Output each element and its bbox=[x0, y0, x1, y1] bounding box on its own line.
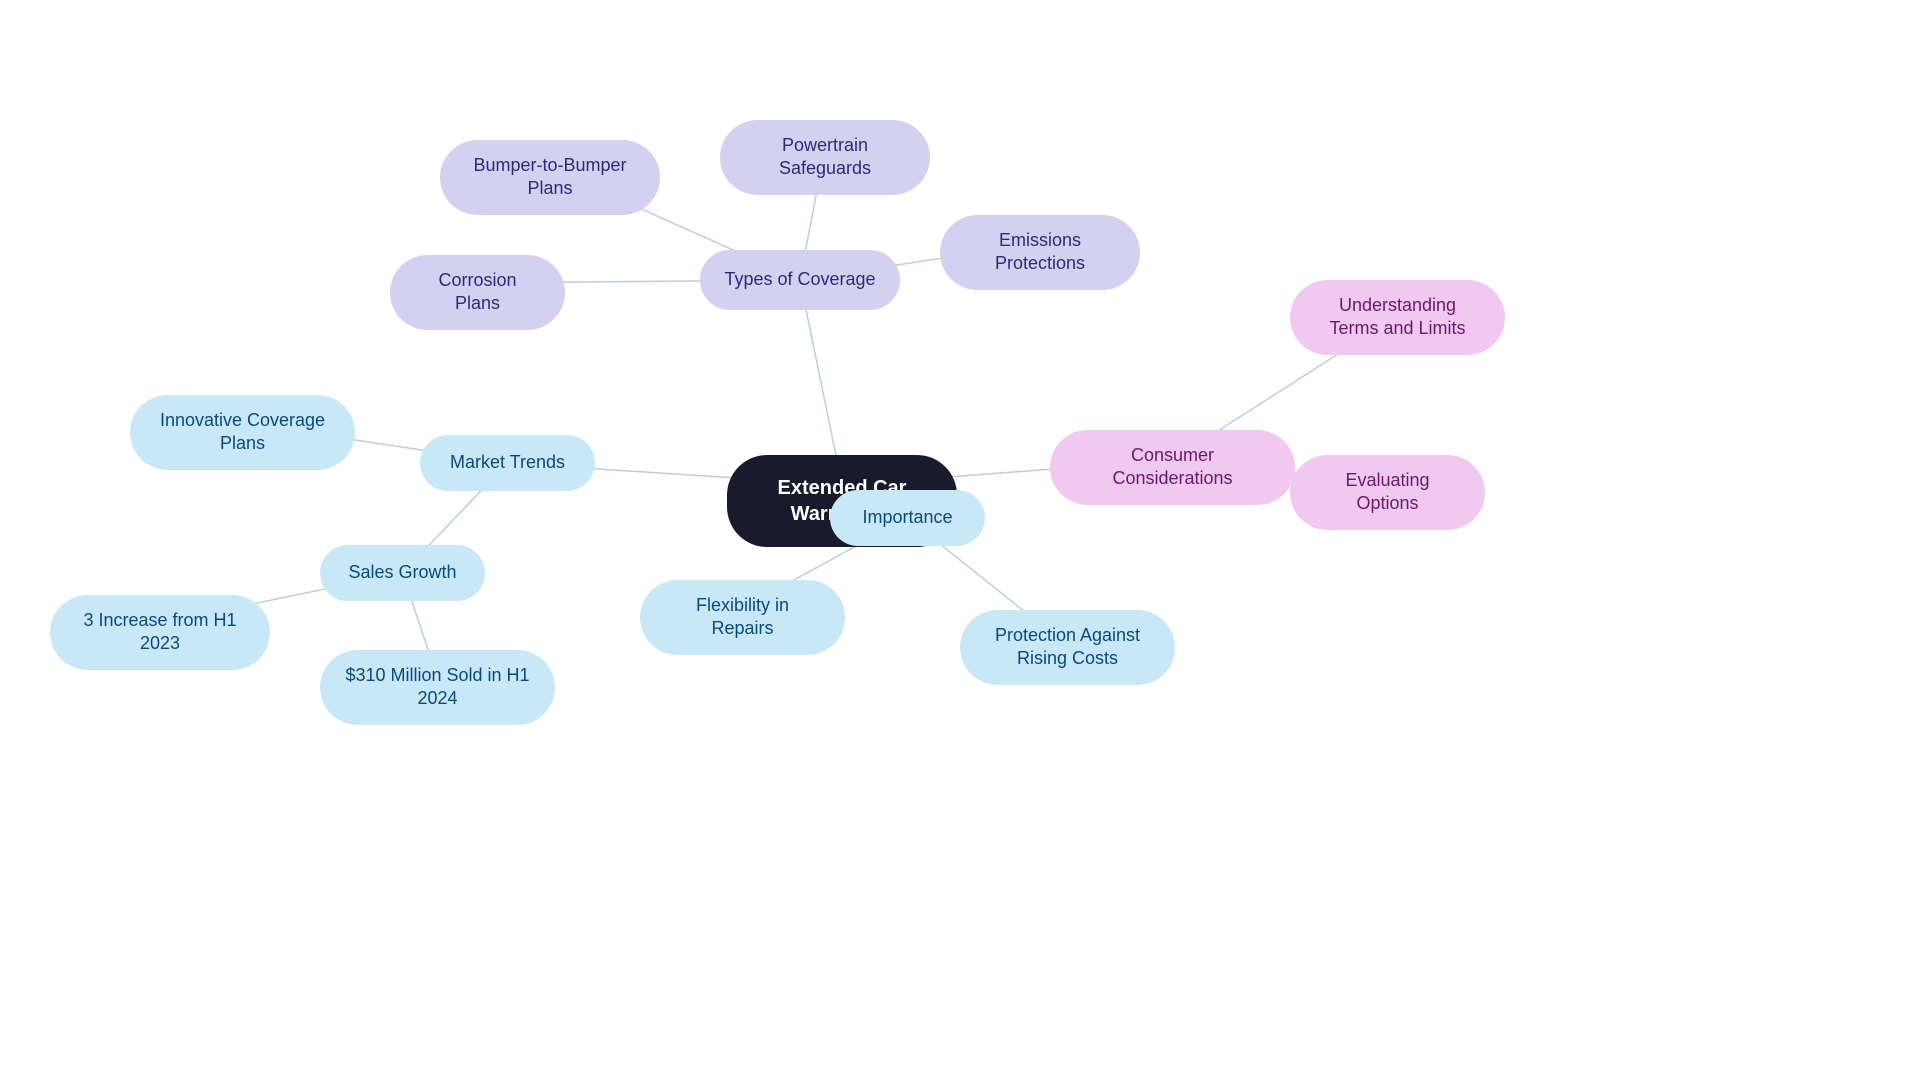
node-salesGrowth[interactable]: Sales Growth bbox=[320, 545, 485, 601]
node-understandingTerms[interactable]: Understanding Terms and Limits bbox=[1290, 280, 1505, 355]
node-emissionsProtections[interactable]: Emissions Protections bbox=[940, 215, 1140, 290]
node-corrosionPlans[interactable]: Corrosion Plans bbox=[390, 255, 565, 330]
node-marketTrends[interactable]: Market Trends bbox=[420, 435, 595, 491]
node-flexibilityRepairs[interactable]: Flexibility in Repairs bbox=[640, 580, 845, 655]
node-importance[interactable]: Importance bbox=[830, 490, 985, 546]
node-innovativeCoverage[interactable]: Innovative Coverage Plans bbox=[130, 395, 355, 470]
node-powertrainSafeguards[interactable]: Powertrain Safeguards bbox=[720, 120, 930, 195]
node-bumperToBumper[interactable]: Bumper-to-Bumper Plans bbox=[440, 140, 660, 215]
node-increaseH1[interactable]: 3 Increase from H1 2023 bbox=[50, 595, 270, 670]
node-evaluatingOptions[interactable]: Evaluating Options bbox=[1290, 455, 1485, 530]
node-typesOfCoverage[interactable]: Types of Coverage bbox=[700, 250, 900, 310]
node-protectionRising[interactable]: Protection Against Rising Costs bbox=[960, 610, 1175, 685]
mind-map: Extended Car WarrantiesTypes of Coverage… bbox=[0, 0, 1920, 1083]
node-consumerConsiderations[interactable]: Consumer Considerations bbox=[1050, 430, 1295, 505]
node-millionSold[interactable]: $310 Million Sold in H1 2024 bbox=[320, 650, 555, 725]
